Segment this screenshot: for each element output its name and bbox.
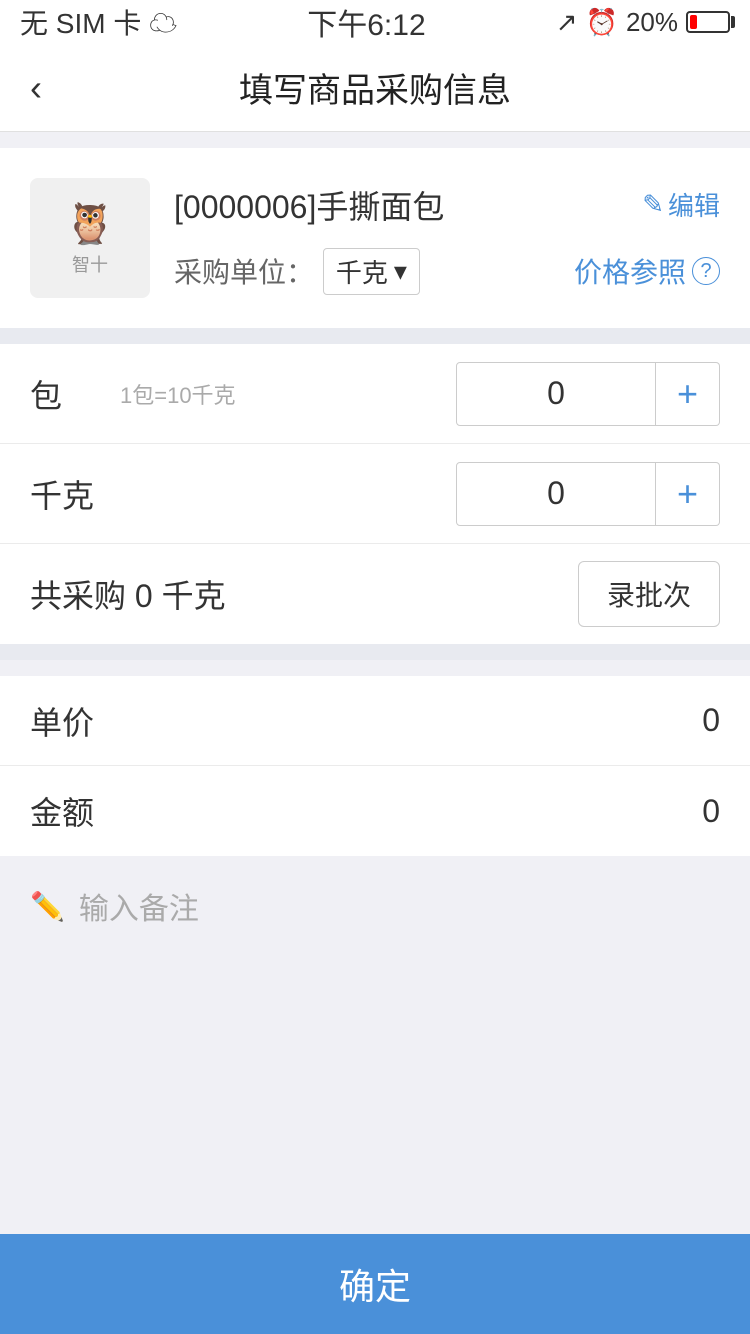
kg-label: 千克 — [30, 471, 110, 517]
battery-icon — [686, 11, 730, 33]
price-reference-button[interactable]: 价格参照 ? — [574, 251, 720, 291]
product-footer: 采购单位： 千克 ▾ 价格参照 ? — [174, 248, 720, 295]
pencil-icon: ✏️ — [30, 890, 65, 923]
status-bar: 无 SIM 卡 ☁ 下午6:12 ↗ ⏰ 20% — [0, 0, 750, 44]
confirm-button-label: 确定 — [339, 1258, 411, 1310]
status-right: ↗ ⏰ 20% — [556, 7, 730, 38]
input-section: 包 1包=10千克 + 千克 + — [0, 344, 750, 544]
batch-button[interactable]: 录批次 — [578, 561, 720, 627]
battery-percent: 20% — [626, 7, 678, 38]
product-info: [0000006]手撕面包 ✎ 编辑 采购单位： 千克 ▾ 价格参照 ? — [174, 182, 720, 295]
section-divider-1 — [0, 328, 750, 344]
sim-label: 无 SIM 卡 ☁ — [20, 2, 177, 42]
kg-input-row: 千克 + — [0, 444, 750, 544]
product-name: [0000006]手撕面包 — [174, 182, 444, 228]
kg-input-right: + — [456, 462, 720, 526]
direction-icon: ↗ — [556, 7, 578, 38]
bag-sublabel: 1包=10千克 — [120, 378, 456, 410]
product-card: 🦉 智十 [0000006]手撕面包 ✎ 编辑 采购单位： 千克 ▾ — [0, 148, 750, 328]
bag-input-right: + — [456, 362, 720, 426]
kg-plus-button[interactable]: + — [656, 462, 720, 526]
unit-price-label: 单价 — [30, 698, 94, 744]
total-purchase-label: 共采购 0 千克 — [30, 571, 226, 617]
chevron-down-icon: ▾ — [394, 256, 407, 287]
unit-select[interactable]: 千克 ▾ — [323, 248, 420, 295]
unit-area: 采购单位： 千克 ▾ — [174, 248, 420, 295]
product-logo-icon: 🦉 — [65, 200, 115, 247]
price-section: 单价 0 金额 0 — [0, 676, 750, 856]
bag-plus-button[interactable]: + — [656, 362, 720, 426]
product-header: [0000006]手撕面包 ✎ 编辑 — [174, 182, 720, 228]
unit-price-value: 0 — [702, 702, 720, 739]
spacer — [0, 956, 750, 1234]
edit-icon: ✎ — [642, 189, 664, 220]
help-icon: ? — [692, 257, 720, 285]
section-divider-2 — [0, 644, 750, 660]
confirm-button[interactable]: 确定 — [0, 1234, 750, 1334]
unit-price-row: 单价 0 — [0, 676, 750, 766]
edit-button[interactable]: ✎ 编辑 — [642, 186, 720, 223]
product-image: 🦉 智十 — [30, 178, 150, 298]
remarks-section[interactable]: ✏️ 输入备注 — [0, 856, 750, 956]
amount-label: 金额 — [30, 788, 94, 834]
unit-label: 采购单位： — [174, 257, 314, 288]
status-left: 无 SIM 卡 ☁ — [20, 2, 177, 42]
battery-fill — [690, 15, 697, 29]
status-time: 下午6:12 — [307, 0, 425, 44]
product-logo-label: 智十 — [72, 251, 108, 277]
page-title: 填写商品采购信息 — [239, 63, 511, 112]
amount-value: 0 — [702, 793, 720, 830]
kg-quantity-input[interactable] — [456, 462, 656, 526]
bag-quantity-input[interactable] — [456, 362, 656, 426]
back-button[interactable]: ‹ — [30, 67, 42, 109]
bag-input-row: 包 1包=10千克 + — [0, 344, 750, 444]
summary-row: 共采购 0 千克 录批次 — [0, 544, 750, 644]
amount-row: 金额 0 — [0, 766, 750, 856]
remarks-placeholder: 输入备注 — [79, 884, 199, 928]
alarm-icon: ⏰ — [586, 7, 618, 38]
bag-label: 包 — [30, 371, 110, 417]
nav-bar: ‹ 填写商品采购信息 — [0, 44, 750, 132]
